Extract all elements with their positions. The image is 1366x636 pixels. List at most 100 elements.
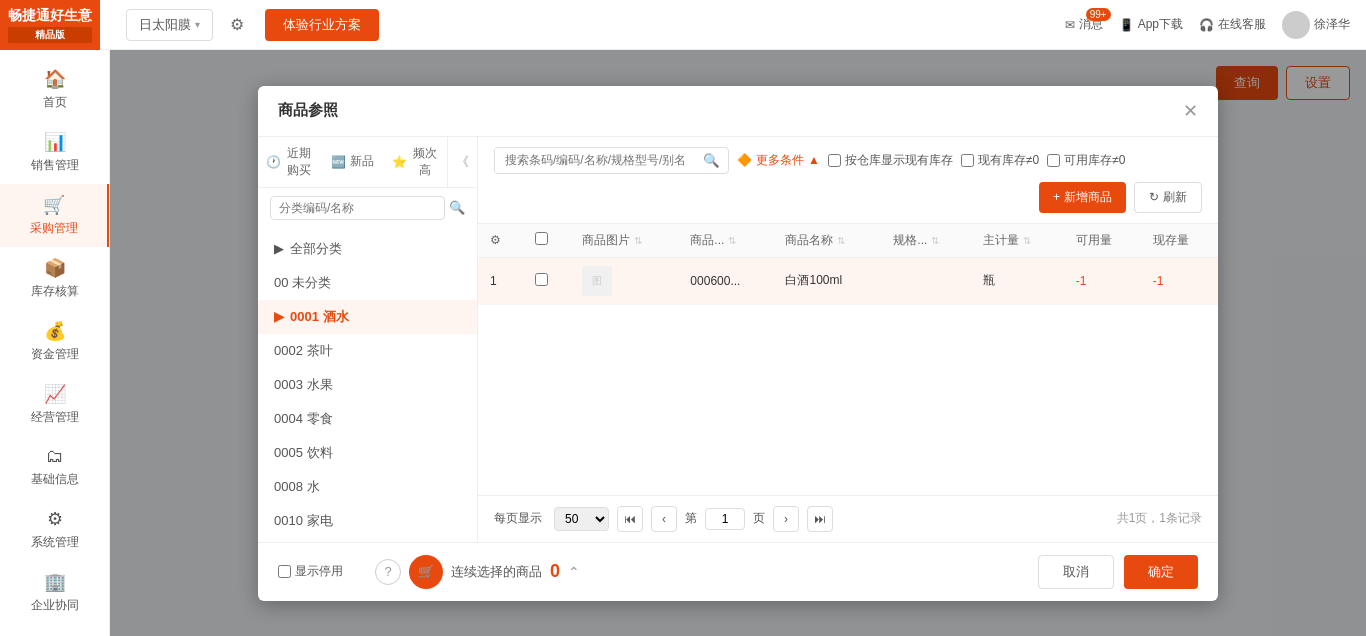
tab-new[interactable]: 🆕 新品 <box>321 137 384 187</box>
category-item-0010[interactable]: 0010 家电 <box>258 504 477 538</box>
current-stock-checkbox[interactable] <box>961 154 974 167</box>
footer-middle: ? 🛒 连续选择的商品 0 ⌃ <box>375 555 580 589</box>
show-disabled-checkbox[interactable] <box>278 565 291 578</box>
tab-frequent[interactable]: ⭐ 频次高 <box>384 137 447 187</box>
left-panel: 🕐 近期购买 🆕 新品 ⭐ 频次高 《 <box>258 137 478 542</box>
category-item-0005[interactable]: 0005 饮料 <box>258 436 477 470</box>
category-item-all[interactable]: ▶ 全部分类 <box>258 232 477 266</box>
row-available: -1 <box>1064 257 1141 304</box>
warehouse-checkbox-item[interactable]: 按仓库显示现有库存 <box>828 152 953 169</box>
last-page-button[interactable]: ⏭ <box>807 506 833 532</box>
category-item-00[interactable]: 00 未分类 <box>258 266 477 300</box>
add-product-button[interactable]: + 新增商品 <box>1039 182 1126 213</box>
sidebar-item-purchase[interactable]: 🛒 采购管理 <box>0 184 109 247</box>
basic-icon: 🗂 <box>46 446 64 467</box>
category-label: 全部分类 <box>290 240 342 258</box>
col-gear[interactable]: ⚙ <box>478 224 523 258</box>
col-code: 商品...⇅ <box>678 224 773 258</box>
category-item-0008[interactable]: 0008 水 <box>258 470 477 504</box>
available-stock-checkbox[interactable] <box>1047 154 1060 167</box>
category-item-0002[interactable]: 0002 茶叶 <box>258 334 477 368</box>
modal-close-icon[interactable]: ✕ <box>1183 100 1198 122</box>
service-label: 在线客服 <box>1218 16 1266 33</box>
category-search-icon[interactable]: 🔍 <box>449 200 465 215</box>
per-page-select[interactable]: 50 100 200 <box>554 507 609 531</box>
cancel-button[interactable]: 取消 <box>1038 555 1114 589</box>
system-icon: ⚙ <box>47 508 63 530</box>
page-text: 第 <box>685 510 697 527</box>
cart-button[interactable]: 🛒 <box>409 555 443 589</box>
select-all-checkbox[interactable] <box>535 232 548 245</box>
table-row[interactable]: 1 图 000600... 白酒100ml 瓶 <box>478 257 1218 304</box>
headset-icon: 🎧 <box>1199 18 1214 32</box>
new-icon: 🆕 <box>331 155 346 169</box>
sort-spec-icon: ⇅ <box>931 235 939 246</box>
filter-button[interactable]: 🔶 更多条件 ▲ <box>737 152 820 169</box>
filter-label: 更多条件 <box>756 152 804 169</box>
help-button[interactable]: ? <box>375 559 401 585</box>
show-disabled-checkbox-item[interactable]: 显示停用 <box>278 563 343 580</box>
category-item-0001[interactable]: ▶ 0001 酒水 <box>258 300 477 334</box>
sidebar-item-home[interactable]: 🏠 首页 <box>0 58 109 121</box>
selected-products-label: 连续选择的商品 <box>451 563 542 581</box>
sidebar-item-enterprise[interactable]: 🏢 企业协同 <box>0 561 109 624</box>
modal-body: 🕐 近期购买 🆕 新品 ⭐ 频次高 《 <box>258 137 1218 542</box>
page-number-input[interactable] <box>705 508 745 530</box>
sidebar-item-label: 采购管理 <box>30 220 78 237</box>
category-item-0004[interactable]: 0004 零食 <box>258 402 477 436</box>
product-table: ⚙ 商品图片⇅ 商品...⇅ 商品名称⇅ 规格...⇅ 主计量⇅ 可用量 现存 <box>478 224 1218 305</box>
confirm-button[interactable]: 确定 <box>1124 555 1198 589</box>
row-checkbox[interactable] <box>535 273 548 286</box>
service-item[interactable]: 🎧 在线客服 <box>1199 16 1266 33</box>
category-label: 0001 酒水 <box>290 308 349 326</box>
product-search-button[interactable]: 🔍 <box>695 148 728 173</box>
sidebar: 🏠 首页 📊 销售管理 🛒 采购管理 📦 库存核算 💰 资金管理 📈 经营管理 … <box>0 50 110 636</box>
message-item[interactable]: ✉ 消息 99+ <box>1065 16 1103 33</box>
available-stock-checkbox-item[interactable]: 可用库存≠0 <box>1047 152 1125 169</box>
company-name: 日太阳膜 <box>139 16 191 34</box>
plus-icon: + <box>1053 190 1060 204</box>
sidebar-item-operation[interactable]: 📈 经营管理 <box>0 373 109 436</box>
finance-icon: 💰 <box>44 320 66 342</box>
warehouse-checkbox[interactable] <box>828 154 841 167</box>
app-label: App下载 <box>1138 16 1183 33</box>
sidebar-item-guide[interactable]: 📖 新手引导 <box>0 624 109 636</box>
product-search-bar: 🔍 <box>494 147 729 174</box>
add-product-label: 新增商品 <box>1064 189 1112 206</box>
sort-image-icon: ⇅ <box>634 235 642 246</box>
product-search-input[interactable] <box>495 148 695 172</box>
sidebar-item-finance[interactable]: 💰 资金管理 <box>0 310 109 373</box>
row-image-cell: 图 <box>570 257 678 304</box>
sidebar-item-basic[interactable]: 🗂 基础信息 <box>0 436 109 498</box>
collapse-panel-button[interactable]: 《 <box>447 137 477 187</box>
sales-icon: 📊 <box>44 131 66 153</box>
row-spec <box>881 257 971 304</box>
sidebar-item-inventory[interactable]: 📦 库存核算 <box>0 247 109 310</box>
main-area: 查询 设置 商品参照 ✕ 🕐 近期购买 <box>110 50 1366 636</box>
logo-sub: 精品版 <box>8 27 92 43</box>
page-total-info: 共1页，1条记录 <box>1117 510 1202 527</box>
app-download-item[interactable]: 📱 App下载 <box>1119 16 1183 33</box>
sidebar-item-system[interactable]: ⚙ 系统管理 <box>0 498 109 561</box>
modal-footer: 显示停用 ? 🛒 连续选择的商品 0 ⌃ 取消 确定 <box>258 542 1218 601</box>
refresh-button[interactable]: ↻ 刷新 <box>1134 182 1202 213</box>
footer-collapse-icon[interactable]: ⌃ <box>568 564 580 580</box>
tab-frequent-label: 频次高 <box>411 145 439 179</box>
tab-recent[interactable]: 🕐 近期购买 <box>258 137 321 187</box>
inventory-icon: 📦 <box>44 257 66 279</box>
first-page-button[interactable]: ⏮ <box>617 506 643 532</box>
modal-overlay: 商品参照 ✕ 🕐 近期购买 🆕 <box>110 50 1366 636</box>
category-search-input[interactable] <box>270 196 445 220</box>
settings-icon[interactable]: ⚙ <box>221 9 253 41</box>
trial-button[interactable]: 体验行业方案 <box>265 9 379 41</box>
category-item-0003[interactable]: 0003 水果 <box>258 368 477 402</box>
next-page-button[interactable]: › <box>773 506 799 532</box>
tab-new-label: 新品 <box>350 153 374 170</box>
company-dropdown[interactable]: 日太阳膜 ▾ <box>126 9 213 41</box>
user-item[interactable]: 徐泽华 <box>1282 11 1350 39</box>
prev-page-button[interactable]: ‹ <box>651 506 677 532</box>
current-stock-checkbox-item[interactable]: 现有库存≠0 <box>961 152 1039 169</box>
sidebar-item-sales[interactable]: 📊 销售管理 <box>0 121 109 184</box>
col-unit: 主计量⇅ <box>971 224 1063 258</box>
warehouse-label: 按仓库显示现有库存 <box>845 152 953 169</box>
